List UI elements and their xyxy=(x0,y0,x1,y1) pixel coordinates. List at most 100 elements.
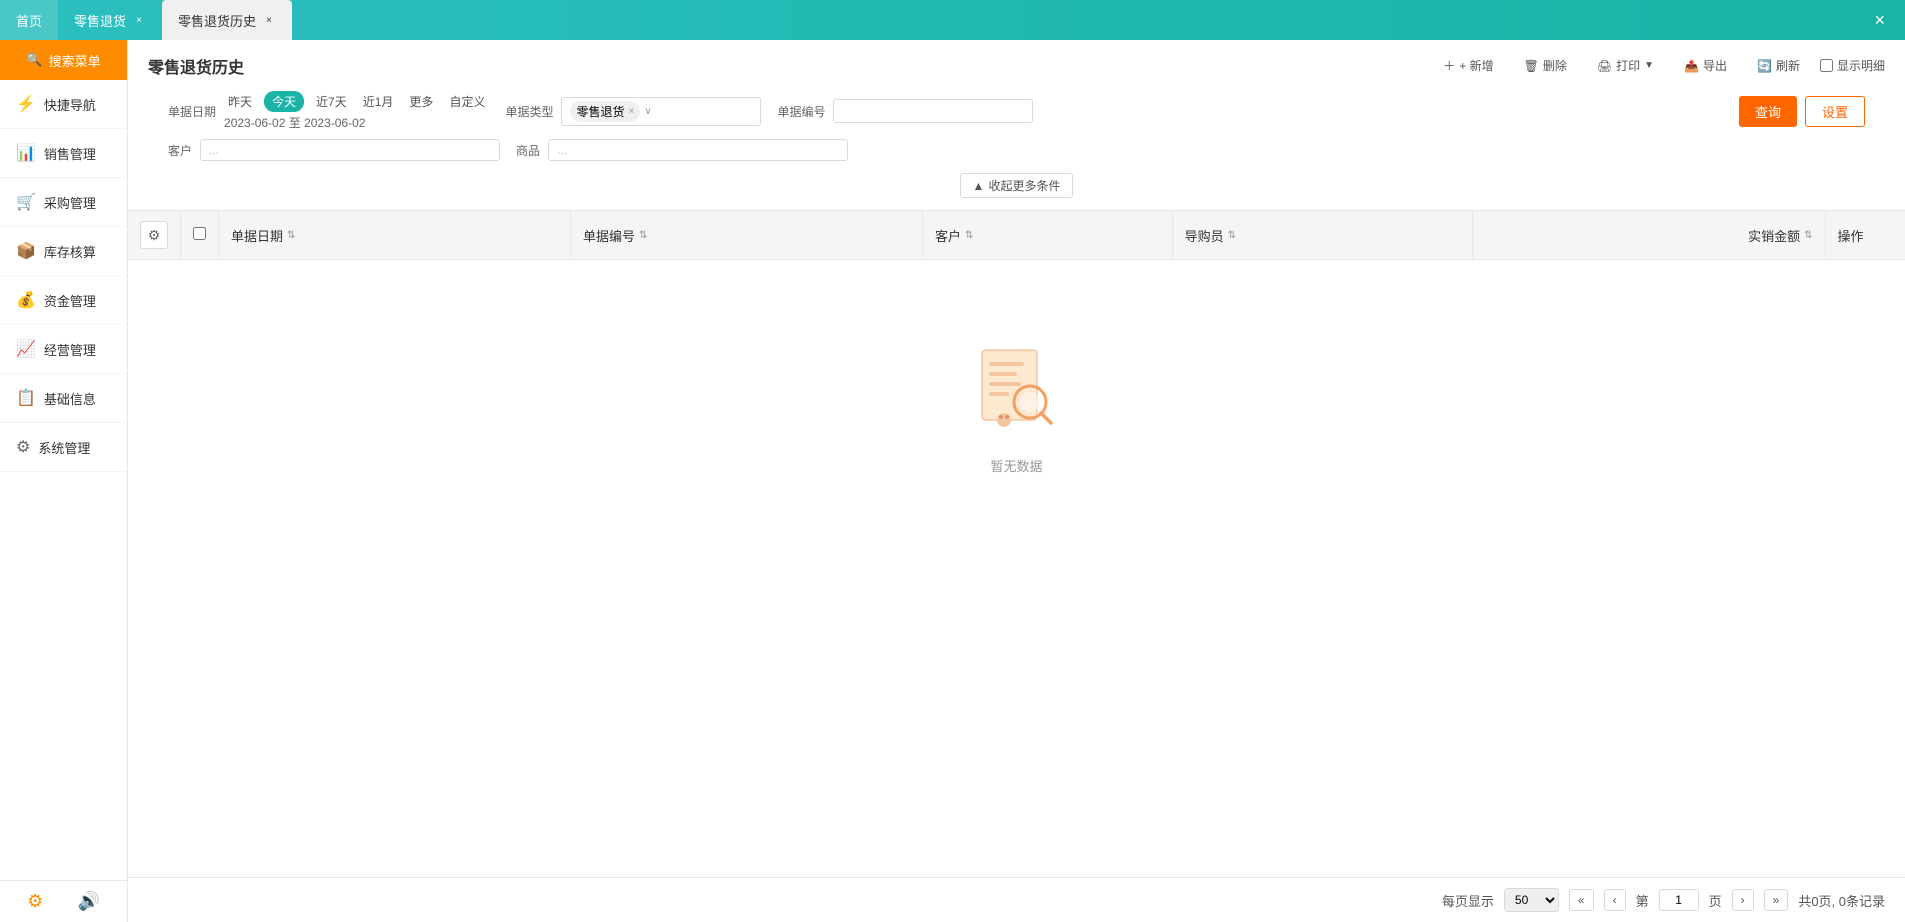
refresh-icon: 🔄 xyxy=(1757,59,1772,73)
table-header-row: ⚙ 单据日期 ⇅ 单据编号 xyxy=(128,211,1905,260)
goods-tag-container[interactable]: ... xyxy=(548,139,848,161)
tab-home-label: 首页 xyxy=(16,11,42,30)
sidebar-bottom: ⚙ 🔊 xyxy=(0,880,127,922)
col-amount-label: 实销金额 xyxy=(1748,226,1800,245)
delete-button[interactable]: 🗑 删除 xyxy=(1514,52,1577,79)
page-size-label: 每页显示 xyxy=(1442,891,1494,910)
goods-filter-field: 商品 ... xyxy=(516,139,848,161)
refresh-button[interactable]: 🔄 刷新 xyxy=(1747,52,1810,79)
collapse-button[interactable]: ▲ 收起更多条件 xyxy=(960,173,1074,198)
basic-icon: 📋 xyxy=(16,388,36,408)
sidebar-item-inventory[interactable]: 📦 库存核算 xyxy=(0,227,127,276)
action-buttons: 查询 设置 xyxy=(1739,96,1865,127)
collapse-label: 收起更多条件 xyxy=(988,177,1060,194)
col-customer-sortable[interactable]: 客户 ⇅ xyxy=(935,226,1160,245)
filter-section: 单据日期 昨天 今天 近7天 近1月 更多 自定义 2023-06-02 至 2… xyxy=(148,91,1885,210)
date-7days[interactable]: 近7天 xyxy=(312,91,351,112)
col-number-sortable[interactable]: 单据编号 ⇅ xyxy=(583,226,910,245)
col-guide-sort-icon: ⇅ xyxy=(1228,230,1236,241)
col-guide-sortable[interactable]: 导购员 ⇅ xyxy=(1185,226,1461,245)
tab-retail-return-history[interactable]: 零售退货历史 × xyxy=(162,0,292,40)
sidebar-item-sales[interactable]: 📊 销售管理 xyxy=(0,129,127,178)
volume-bottom-icon[interactable]: 🔊 xyxy=(77,891,99,912)
tab-list: 首页 零售退货 × 零售退货历史 × xyxy=(0,0,1866,40)
sidebar-item-purchase[interactable]: 🛒 采购管理 xyxy=(0,178,127,227)
col-guide-label: 导购员 xyxy=(1185,226,1224,245)
column-settings-button[interactable]: ⚙ xyxy=(140,221,168,249)
sidebar-item-finance-label: 资金管理 xyxy=(44,291,96,310)
number-filter-field: 单据编号 xyxy=(777,99,1033,123)
col-amount: 实销金额 ⇅ xyxy=(1473,211,1825,260)
page-number-prefix: 第 xyxy=(1636,891,1649,910)
content-area: 零售退货历史 ＋ + 新增 🗑 删除 🖨 打印 ▼ xyxy=(128,40,1905,922)
export-icon: 📤 xyxy=(1684,59,1699,73)
col-date-label: 单据日期 xyxy=(231,226,283,245)
col-number: 单据编号 ⇅ xyxy=(571,211,923,260)
col-customer: 客户 ⇅ xyxy=(923,211,1173,260)
sidebar-item-basic[interactable]: 📋 基础信息 xyxy=(0,374,127,423)
settings-button[interactable]: 设置 xyxy=(1805,96,1865,127)
sidebar-item-system[interactable]: ⚙ 系统管理 xyxy=(0,423,127,472)
sidebar-nav: ⚡ 快捷导航 📊 销售管理 🛒 采购管理 📦 库存核算 💰 资金管理 📈 xyxy=(0,80,127,880)
goods-placeholder: ... xyxy=(557,143,567,157)
col-number-label: 单据编号 xyxy=(583,226,635,245)
type-tag-container[interactable]: 零售退货 × ∨ xyxy=(561,97,761,126)
last-page-button[interactable]: » xyxy=(1764,889,1789,911)
page-number-input[interactable] xyxy=(1659,889,1699,911)
date-filter-label: 单据日期 xyxy=(168,103,216,120)
col-date-sortable[interactable]: 单据日期 ⇅ xyxy=(231,226,558,245)
col-date: 单据日期 ⇅ xyxy=(219,211,571,260)
sidebar: 🔍 搜索菜单 ⚡ 快捷导航 📊 销售管理 🛒 采购管理 📦 库存核算 💰 xyxy=(0,40,128,922)
query-button[interactable]: 查询 xyxy=(1739,96,1797,127)
tab-retail-return-label: 零售退货 xyxy=(74,11,126,30)
sidebar-item-finance[interactable]: 💰 资金管理 xyxy=(0,276,127,325)
new-button[interactable]: ＋ + 新增 xyxy=(1433,52,1503,79)
number-filter-input[interactable] xyxy=(833,99,1033,123)
page-size-select[interactable]: 20 50 100 200 xyxy=(1504,888,1559,912)
customer-placeholder: ... xyxy=(209,143,219,157)
pagination-bar: 每页显示 20 50 100 200 « ‹ 第 页 › » 共0页, 0条记录 xyxy=(128,877,1905,922)
date-yesterday[interactable]: 昨天 xyxy=(224,91,256,112)
window-close-button[interactable]: × xyxy=(1866,6,1893,35)
tab-retail-return-close[interactable]: × xyxy=(132,13,146,27)
table-body: 暂无数据 xyxy=(128,260,1905,556)
sidebar-item-inventory-label: 库存核算 xyxy=(44,242,96,261)
search-icon: 🔍 xyxy=(26,52,42,68)
prev-page-button[interactable]: ‹ xyxy=(1604,889,1626,911)
customer-tag-container[interactable]: ... xyxy=(200,139,500,161)
next-page-button[interactable]: › xyxy=(1732,889,1754,911)
finance-icon: 💰 xyxy=(16,290,36,310)
tab-retail-return-history-close[interactable]: × xyxy=(262,13,276,27)
type-tag-close-icon[interactable]: × xyxy=(628,106,634,117)
tab-retail-return-history-label: 零售退货历史 xyxy=(178,11,256,30)
col-customer-label: 客户 xyxy=(935,226,961,245)
display-detail-checkbox[interactable]: 显示明细 xyxy=(1820,57,1885,74)
date-options-group: 昨天 今天 近7天 近1月 更多 自定义 2023-06-02 至 2023-0… xyxy=(224,91,489,131)
tab-retail-return[interactable]: 零售退货 × xyxy=(58,0,162,40)
empty-state-row: 暂无数据 xyxy=(128,260,1905,556)
print-icon: 🖨 xyxy=(1597,59,1612,73)
date-1month[interactable]: 近1月 xyxy=(359,91,398,112)
inventory-icon: 📦 xyxy=(16,241,36,261)
print-button[interactable]: 🖨 打印 ▼ xyxy=(1587,52,1664,79)
settings-bottom-icon[interactable]: ⚙ xyxy=(27,891,43,912)
export-button[interactable]: 📤 导出 xyxy=(1674,52,1737,79)
sidebar-item-operation[interactable]: 📈 经营管理 xyxy=(0,325,127,374)
date-today[interactable]: 今天 xyxy=(264,91,304,112)
search-menu-label: 搜索菜单 xyxy=(49,51,101,70)
sidebar-item-purchase-label: 采购管理 xyxy=(44,193,96,212)
purchase-icon: 🛒 xyxy=(16,192,36,212)
delete-label: 删除 xyxy=(1543,57,1567,74)
date-more[interactable]: 更多 xyxy=(405,91,437,112)
tab-home[interactable]: 首页 xyxy=(0,0,58,40)
first-page-button[interactable]: « xyxy=(1569,889,1594,911)
select-all-checkbox[interactable] xyxy=(193,227,206,240)
sidebar-item-quick-nav[interactable]: ⚡ 快捷导航 xyxy=(0,80,127,129)
col-amount-sortable[interactable]: 实销金额 ⇅ xyxy=(1485,226,1812,245)
refresh-label: 刷新 xyxy=(1776,57,1800,74)
date-custom[interactable]: 自定义 xyxy=(445,91,489,112)
search-menu-button[interactable]: 🔍 搜索菜单 xyxy=(0,40,127,80)
sales-icon: 📊 xyxy=(16,143,36,163)
empty-state: 暂无数据 xyxy=(128,260,1905,555)
display-detail-input[interactable] xyxy=(1820,59,1833,72)
